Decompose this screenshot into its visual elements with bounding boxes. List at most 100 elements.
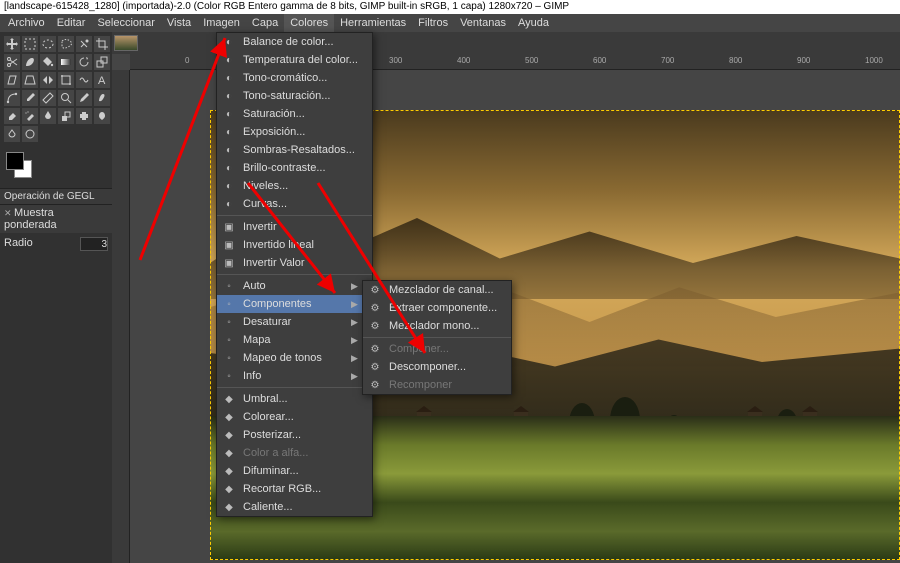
- menu-item[interactable]: ◦Auto▶: [217, 277, 372, 295]
- tool-shear[interactable]: [4, 72, 20, 88]
- tool-rect-select[interactable]: [22, 36, 38, 52]
- tool-bucket[interactable]: [40, 54, 56, 70]
- radius-input[interactable]: [80, 237, 108, 251]
- menu-item[interactable]: ⚙Descomponer...: [363, 358, 511, 376]
- menu-item-label: Mapa: [243, 334, 351, 346]
- menu-ayuda[interactable]: Ayuda: [512, 14, 555, 32]
- tool-scissors[interactable]: [4, 54, 20, 70]
- menu-item[interactable]: ▣Invertir Valor: [217, 254, 372, 272]
- menu-seleccionar[interactable]: Seleccionar: [91, 14, 160, 32]
- menu-item[interactable]: ◆Colorear...: [217, 408, 372, 426]
- tool-ellipse-select[interactable]: [40, 36, 56, 52]
- menu-item[interactable]: ◆Posterizar...: [217, 426, 372, 444]
- menu-item[interactable]: ◦Componentes▶: [217, 295, 372, 313]
- menu-vista[interactable]: Vista: [161, 14, 197, 32]
- tool-text[interactable]: A: [94, 72, 110, 88]
- menu-icon: ◦: [221, 278, 237, 294]
- tool-blur[interactable]: [4, 126, 20, 142]
- menu-icon: ⚙: [367, 377, 383, 393]
- tool-heal[interactable]: [76, 108, 92, 124]
- menu-item-label: Colorear...: [243, 411, 358, 423]
- menu-item[interactable]: ◆Caliente...: [217, 498, 372, 516]
- tool-paint[interactable]: [94, 90, 110, 106]
- menu-item-label: Mezclador de canal...: [389, 284, 497, 296]
- menu-item[interactable]: ◐Tono-saturación...: [217, 87, 372, 105]
- tool-cage[interactable]: [58, 72, 74, 88]
- menu-item-label: Tono-saturación...: [243, 90, 358, 102]
- menu-item-label: Color a alfa...: [243, 447, 358, 459]
- image-tab-thumb[interactable]: [114, 35, 138, 51]
- menu-colores[interactable]: Colores: [284, 14, 334, 32]
- tool-ink[interactable]: [40, 108, 56, 124]
- menu-imagen[interactable]: Imagen: [197, 14, 246, 32]
- ruler-tick: 900: [797, 56, 810, 65]
- tool-gradient[interactable]: [58, 54, 74, 70]
- tool-warp[interactable]: [76, 72, 92, 88]
- menu-item-label: Mapeo de tonos: [243, 352, 351, 364]
- menu-item-label: Tono-cromático...: [243, 72, 358, 84]
- menu-editar[interactable]: Editar: [51, 14, 92, 32]
- tool-clone[interactable]: [58, 108, 74, 124]
- menu-item[interactable]: ◦Info▶: [217, 367, 372, 385]
- menu-item[interactable]: ▣Invertir: [217, 218, 372, 236]
- menu-item[interactable]: ◆Difuminar...: [217, 462, 372, 480]
- tool-pencil[interactable]: [76, 90, 92, 106]
- menu-item[interactable]: ▣Invertido lineal: [217, 236, 372, 254]
- tool-free-select[interactable]: [58, 36, 74, 52]
- tool-eraser[interactable]: [4, 108, 20, 124]
- menu-item[interactable]: ◦Mapa▶: [217, 331, 372, 349]
- tool-flip[interactable]: [40, 72, 56, 88]
- tool-move[interactable]: [4, 36, 20, 52]
- menu-item[interactable]: ◐Saturación...: [217, 105, 372, 123]
- menu-ventanas[interactable]: Ventanas: [454, 14, 512, 32]
- menu-icon: ◐: [221, 52, 237, 68]
- menu-item[interactable]: ◐Sombras-Resaltados...: [217, 141, 372, 159]
- menu-item[interactable]: ◆Recortar RGB...: [217, 480, 372, 498]
- menu-item[interactable]: ◐Curvas...: [217, 195, 372, 213]
- tool-fuzzy-select[interactable]: [76, 36, 92, 52]
- menu-item[interactable]: ◐Tono-cromático...: [217, 69, 372, 87]
- menu-icon: ◆: [221, 481, 237, 497]
- menu-item[interactable]: ◆Umbral...: [217, 390, 372, 408]
- menu-item[interactable]: ◐Exposición...: [217, 123, 372, 141]
- menu-item: ◆Color a alfa...: [217, 444, 372, 462]
- tool-perspective[interactable]: [22, 72, 38, 88]
- tool-rotate[interactable]: [76, 54, 92, 70]
- color-swatches[interactable]: [6, 152, 106, 182]
- menu-item[interactable]: ◐Balance de color...: [217, 33, 372, 51]
- menu-item[interactable]: ◐Brillo-contraste...: [217, 159, 372, 177]
- tool-crop[interactable]: [94, 36, 110, 52]
- menu-archivo[interactable]: Archivo: [2, 14, 51, 32]
- menu-item[interactable]: ◦Desaturar▶: [217, 313, 372, 331]
- tool-measure[interactable]: [40, 90, 56, 106]
- menubar: ArchivoEditarSeleccionarVistaImagenCapaC…: [0, 14, 900, 32]
- menu-capa[interactable]: Capa: [246, 14, 284, 32]
- menu-item-label: Saturación...: [243, 108, 358, 120]
- fg-color[interactable]: [6, 152, 24, 170]
- tool-scale[interactable]: [94, 54, 110, 70]
- menu-item[interactable]: ⚙Extraer componente...: [363, 299, 511, 317]
- menu-item[interactable]: ⚙Mezclador de canal...: [363, 281, 511, 299]
- menu-item[interactable]: ◐Temperatura del color...: [217, 51, 372, 69]
- menu-icon: ◐: [221, 160, 237, 176]
- menu-icon: ⚙: [367, 359, 383, 375]
- menu-icon: ◐: [221, 34, 237, 50]
- ruler-tick: 0: [185, 56, 189, 65]
- menu-item[interactable]: ◐Niveles...: [217, 177, 372, 195]
- tool-smudge[interactable]: [94, 108, 110, 124]
- tool-airbrush[interactable]: [22, 108, 38, 124]
- menu-herramientas[interactable]: Herramientas: [334, 14, 412, 32]
- tool-foreground[interactable]: [22, 54, 38, 70]
- tool-path[interactable]: [4, 90, 20, 106]
- tool-color-picker[interactable]: [22, 90, 38, 106]
- menu-item[interactable]: ◦Mapeo de tonos▶: [217, 349, 372, 367]
- menu-item-label: Componer...: [389, 343, 497, 355]
- menu-item[interactable]: ⚙Mezclador mono...: [363, 317, 511, 335]
- tool-dodge[interactable]: [22, 126, 38, 142]
- svg-text:A: A: [98, 75, 106, 86]
- menu-filtros[interactable]: Filtros: [412, 14, 454, 32]
- menu-item-label: Difuminar...: [243, 465, 358, 477]
- tool-zoom[interactable]: [58, 90, 74, 106]
- gegl-tab[interactable]: ✕ Muestra ponderada: [0, 204, 112, 233]
- menu-separator: [217, 215, 372, 216]
